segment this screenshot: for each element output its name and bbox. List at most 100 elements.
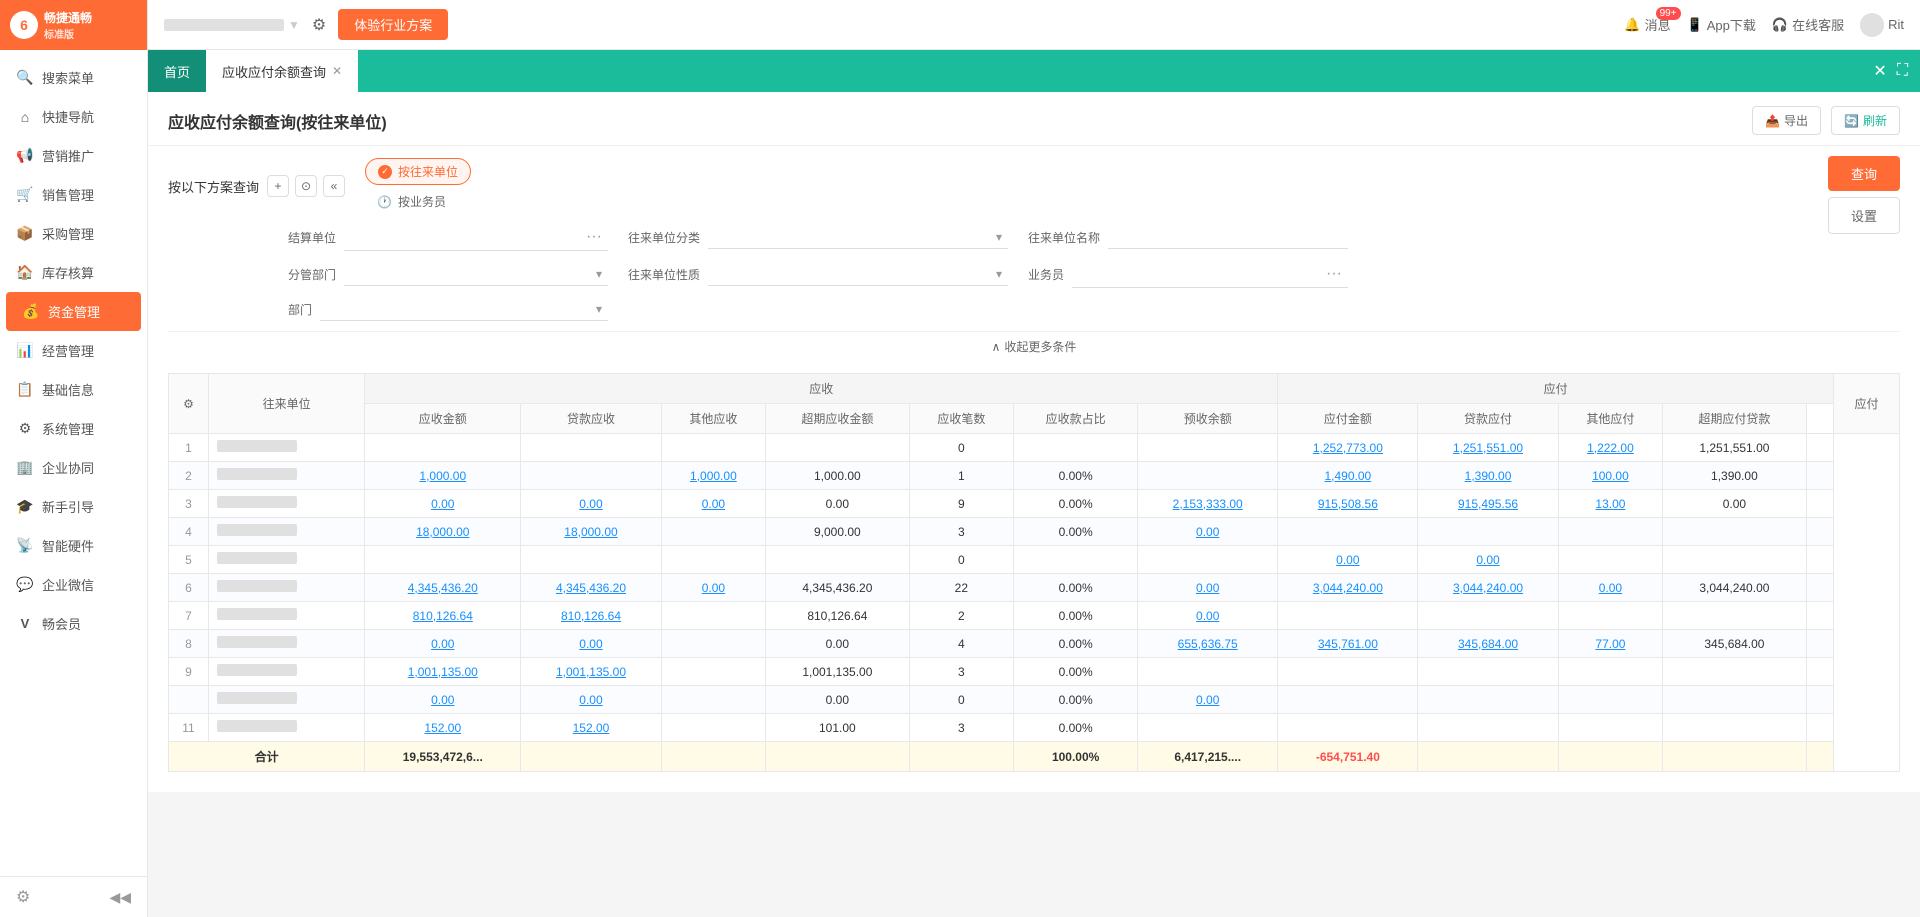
filter-target-btn[interactable]: ⊙ <box>295 175 317 197</box>
partner-name-input[interactable] <box>1108 226 1348 249</box>
ap-amount-cell[interactable]: 1,252,773.00 <box>1278 434 1418 462</box>
ar-amount-cell[interactable]: 1,000.00 <box>365 462 521 490</box>
ar-prepay-cell[interactable]: 655,636.75 <box>1138 630 1278 658</box>
ar-loan-cell[interactable]: 0.00 <box>521 686 661 714</box>
collapse-bar[interactable]: ∧ 收起更多条件 <box>168 331 1900 361</box>
ar-amount-cell[interactable]: 0.00 <box>365 630 521 658</box>
sidebar-item-guide[interactable]: 🎓 新手引导 <box>0 487 147 526</box>
ap-other-cell <box>1558 518 1663 546</box>
ar-prepay-cell[interactable]: 0.00 <box>1138 686 1278 714</box>
sidebar-item-finance[interactable]: 💰 资金管理 <box>6 292 141 331</box>
ap-amount-cell[interactable]: 345,761.00 <box>1278 630 1418 658</box>
ap-loan-cell[interactable]: 915,495.56 <box>1418 490 1558 518</box>
partner-category-chevron[interactable]: ▾ <box>996 230 1002 244</box>
tab-close-icon[interactable]: ✕ <box>332 64 342 78</box>
sidebar-item-operations[interactable]: 📊 经营管理 <box>0 331 147 370</box>
inventory-icon: 🏠 <box>16 264 34 281</box>
ap-loan-cell[interactable]: 1,390.00 <box>1418 462 1558 490</box>
sidebar-item-member[interactable]: V 畅会员 <box>0 604 147 643</box>
dept-manager-chevron[interactable]: ▾ <box>596 267 602 281</box>
sidebar-item-collab[interactable]: 🏢 企业协同 <box>0 448 147 487</box>
ap-other-cell[interactable]: 77.00 <box>1558 630 1663 658</box>
sidebar-item-label: 销售管理 <box>42 185 94 204</box>
ar-loan-cell[interactable]: 1,001,135.00 <box>521 658 661 686</box>
user-menu[interactable]: Rit <box>1860 13 1904 37</box>
ap-other-cell[interactable]: 1,222.00 <box>1558 434 1663 462</box>
ar-overdue-cell: 1,000.00 <box>766 462 909 490</box>
sidebar-item-inventory[interactable]: 🏠 库存核算 <box>0 253 147 292</box>
ap-overdue-cell: 3,044,240.00 <box>1663 574 1806 602</box>
ar-amount-cell[interactable]: 0.00 <box>365 686 521 714</box>
ap-extra-cell <box>1806 574 1833 602</box>
table-settings-icon[interactable]: ⚙ <box>183 397 194 411</box>
partner-cell <box>209 630 365 658</box>
ar-prepay-cell[interactable]: 0.00 <box>1138 602 1278 630</box>
ap-amount-cell[interactable]: 3,044,240.00 <box>1278 574 1418 602</box>
sidebar-item-wechat[interactable]: 💬 企业微信 <box>0 565 147 604</box>
ar-prepay-cell[interactable]: 0.00 <box>1138 574 1278 602</box>
sidebar-item-purchase[interactable]: 📦 采购管理 <box>0 214 147 253</box>
ap-loan-cell[interactable]: 1,251,551.00 <box>1418 434 1558 462</box>
online-service-link[interactable]: 🎧 在线客服 <box>1772 15 1844 34</box>
ar-loan-cell[interactable]: 0.00 <box>521 630 661 658</box>
ap-extra-cell <box>1806 434 1833 462</box>
sidebar-item-system[interactable]: ⚙ 系统管理 <box>0 409 147 448</box>
tab-close-window-icon[interactable]: ✕ <box>1873 61 1886 81</box>
header-gear-icon[interactable]: ⚙ <box>312 15 326 35</box>
ar-amount-cell[interactable]: 0.00 <box>365 490 521 518</box>
sidebar-item-hardware[interactable]: 📡 智能硬件 <box>0 526 147 565</box>
export-button[interactable]: 📤 导出 <box>1752 106 1821 135</box>
ap-other-cell[interactable]: 0.00 <box>1558 574 1663 602</box>
ar-amount-cell[interactable]: 4,345,436.20 <box>365 574 521 602</box>
ar-other-cell[interactable]: 1,000.00 <box>661 462 766 490</box>
table-row: 9 1,001,135.00 1,001,135.00 1,001,135.00… <box>169 658 1900 686</box>
ar-loan-cell[interactable]: 4,345,436.20 <box>521 574 661 602</box>
ar-loan-cell[interactable]: 18,000.00 <box>521 518 661 546</box>
filter-option-by-partner[interactable]: ✓ 按往来单位 <box>365 158 471 185</box>
ar-other-cell <box>661 714 766 742</box>
ar-loan-cell[interactable]: 0.00 <box>521 490 661 518</box>
sidebar-item-sales[interactable]: 🛒 销售管理 <box>0 175 147 214</box>
filter-collapse-btn[interactable]: « <box>323 175 345 197</box>
ap-amount-cell <box>1278 714 1418 742</box>
sidebar-item-shortcut[interactable]: ⌂ 快捷导航 <box>0 97 147 136</box>
filter-add-btn[interactable]: + <box>267 175 289 197</box>
query-button[interactable]: 查询 <box>1828 156 1900 191</box>
ar-amount-cell[interactable]: 810,126.64 <box>365 602 521 630</box>
sidebar-collapse-icon[interactable]: ◀◀ <box>109 889 131 906</box>
partner-nature-chevron[interactable]: ▾ <box>996 267 1002 281</box>
ar-amount-cell[interactable]: 152.00 <box>365 714 521 742</box>
sidebar-item-search[interactable]: 🔍 搜索菜单 <box>0 58 147 97</box>
ar-loan-cell[interactable]: 810,126.64 <box>521 602 661 630</box>
ap-other-cell[interactable]: 13.00 <box>1558 490 1663 518</box>
ar-prepay-cell[interactable]: 2,153,333.00 <box>1138 490 1278 518</box>
ar-amount-cell[interactable]: 18,000.00 <box>365 518 521 546</box>
ap-loan-cell[interactable]: 345,684.00 <box>1418 630 1558 658</box>
ar-prepay-cell[interactable]: 0.00 <box>1138 518 1278 546</box>
notification-bell[interactable]: 🔔 消息 99+ <box>1624 15 1670 34</box>
promo-button[interactable]: 体验行业方案 <box>338 9 448 40</box>
ap-other-cell[interactable]: 100.00 <box>1558 462 1663 490</box>
ar-other-cell[interactable]: 0.00 <box>661 574 766 602</box>
tab-home[interactable]: 首页 <box>148 50 206 92</box>
ap-amount-cell[interactable]: 1,490.00 <box>1278 462 1418 490</box>
refresh-button[interactable]: 🔄 刷新 <box>1831 106 1900 135</box>
ap-amount-cell[interactable]: 0.00 <box>1278 546 1418 574</box>
settlement-unit-dots[interactable]: ··· <box>586 228 602 246</box>
tab-expand-icon[interactable]: ⛶ <box>1897 62 1908 80</box>
ap-loan-cell[interactable]: 0.00 <box>1418 546 1558 574</box>
sidebar-settings-icon[interactable]: ⚙ <box>16 887 30 907</box>
filter-option-by-salesman[interactable]: 🕐 按业务员 <box>365 189 471 214</box>
dept-chevron[interactable]: ▾ <box>596 302 602 316</box>
app-download-link[interactable]: 📱 App下载 <box>1687 15 1756 34</box>
ar-other-cell[interactable]: 0.00 <box>661 490 766 518</box>
sidebar-item-basic[interactable]: 📋 基础信息 <box>0 370 147 409</box>
ar-amount-cell[interactable]: 1,001,135.00 <box>365 658 521 686</box>
sidebar-item-marketing[interactable]: 📢 营销推广 <box>0 136 147 175</box>
tab-arbalance[interactable]: 应收应付余额查询 ✕ <box>206 50 358 92</box>
salesman-dots[interactable]: ··· <box>1326 265 1342 283</box>
settings-button[interactable]: 设置 <box>1828 197 1900 234</box>
ap-loan-cell[interactable]: 3,044,240.00 <box>1418 574 1558 602</box>
ap-amount-cell[interactable]: 915,508.56 <box>1278 490 1418 518</box>
ar-loan-cell[interactable]: 152.00 <box>521 714 661 742</box>
